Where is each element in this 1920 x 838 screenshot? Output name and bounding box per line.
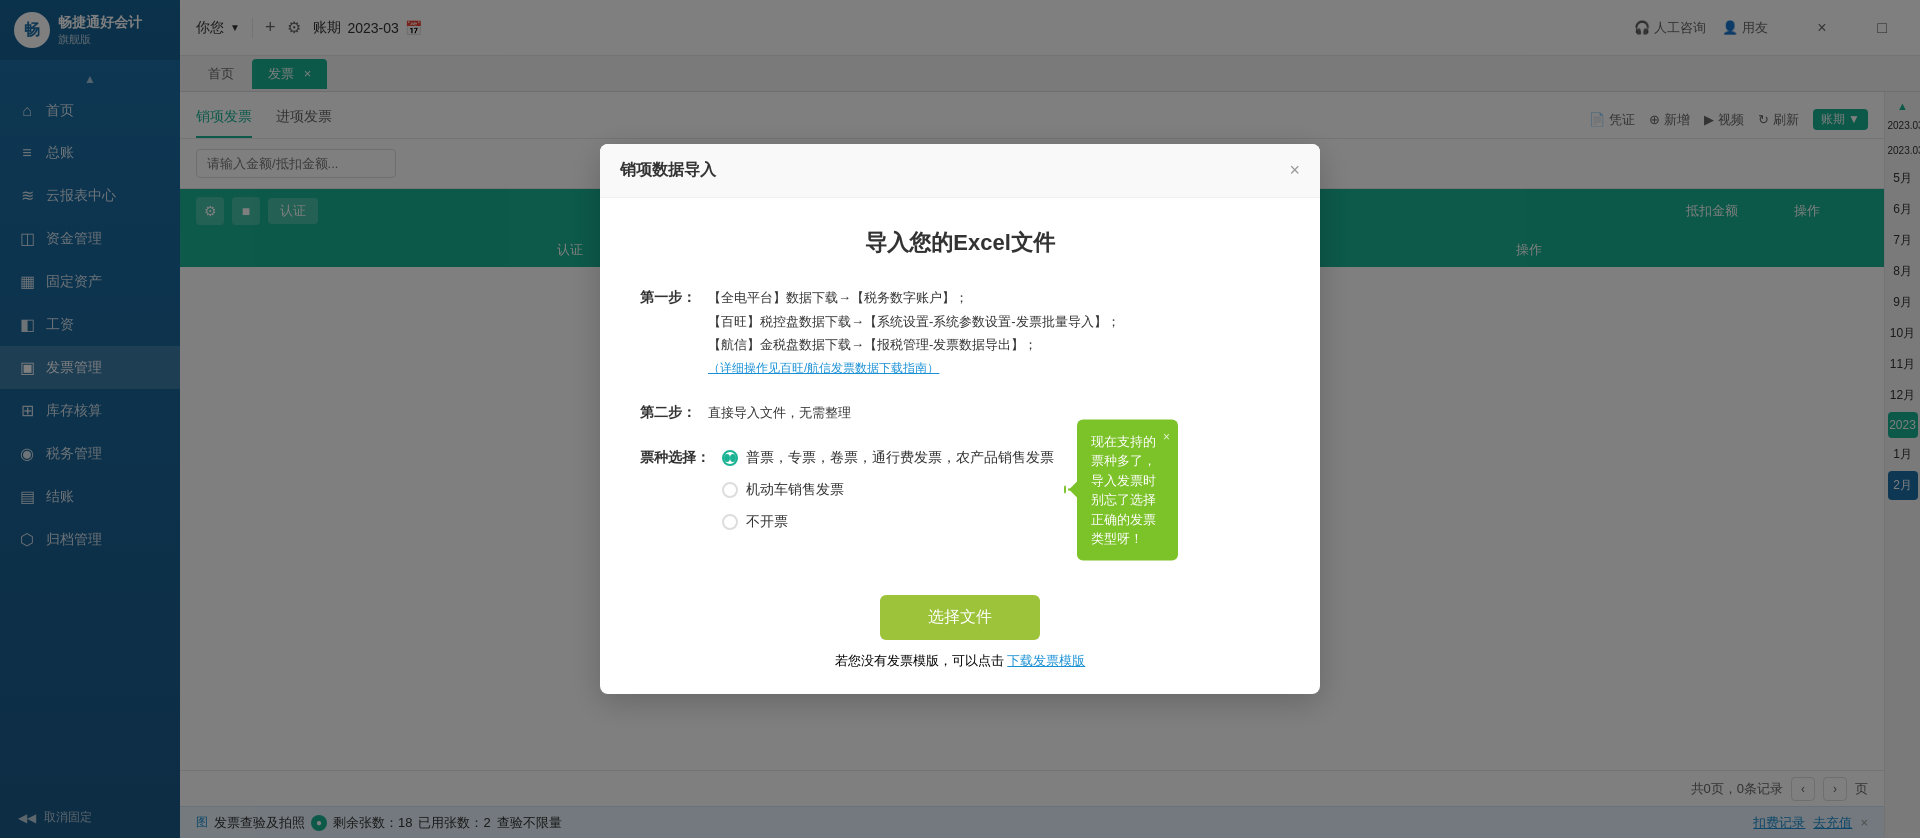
ticket-choice-label: 票种选择：: [640, 449, 710, 467]
step1-link-container: （详细操作见百旺/航信发票数据下载指南）: [708, 360, 1120, 377]
ticket-choice-row: 票种选择： 普票，专票，卷票，通行费发票，农产品销售发票 机动车: [640, 449, 1280, 531]
step1-line2: 【百旺】税控盘数据下载→【系统设置-系统参数设置-发票批量导入】；: [708, 310, 1120, 333]
step1-section: 第一步： 【全电平台】数据下载→【税务数字账户】； 【百旺】税控盘数据下载→【系…: [640, 286, 1280, 377]
step2-label: 第二步：: [640, 404, 696, 422]
step1-link[interactable]: （详细操作见百旺/航信发票数据下载指南）: [708, 361, 939, 375]
radio-circle-1: [722, 450, 738, 466]
step1-line1: 【全电平台】数据下载→【税务数字账户】；: [708, 286, 1120, 309]
tooltip-bubble: × 现在支持的票种多了，导入发票时别忘了选择正确的发票类型呀！: [1077, 419, 1178, 560]
modal-main-title: 导入您的Excel文件: [640, 228, 1280, 258]
ticket-choice-section: 票种选择： 普票，专票，卷票，通行费发票，农产品销售发票 机动车: [640, 449, 1280, 531]
step1-content: 【全电平台】数据下载→【税务数字账户】； 【百旺】税控盘数据下载→【系统设置-系…: [708, 286, 1120, 377]
radio-dot-1: [724, 454, 730, 462]
step1-line3: 【航信】金税盘数据下载→【报税管理-发票数据导出】；: [708, 333, 1120, 356]
modal-close-btn[interactable]: ×: [1289, 160, 1300, 181]
modal-title: 销项数据导入: [620, 160, 716, 181]
radio-option-2[interactable]: 机动车销售发票 × 现在支持的票种多了，导入发票时别忘了选择正确的发票类型呀！: [722, 481, 1054, 499]
tooltip-connector: × 现在支持的票种多了，导入发票时别忘了选择正确的发票类型呀！: [1062, 419, 1178, 560]
modal-body: 导入您的Excel文件 第一步： 【全电平台】数据下载→【税务数字账户】； 【百…: [600, 198, 1320, 585]
modal-footer: 选择文件 若您没有发票模版，可以点击 下载发票模版: [600, 585, 1320, 694]
radio-group: 普票，专票，卷票，通行费发票，农产品销售发票 机动车销售发票: [722, 449, 1054, 531]
step2-section: 第二步： 直接导入文件，无需整理: [640, 401, 1280, 424]
step1-label: 第一步：: [640, 289, 696, 307]
radio-label-2: 机动车销售发票: [746, 481, 844, 499]
download-template-link[interactable]: 下载发票模版: [1007, 653, 1085, 668]
import-modal: 销项数据导入 × 导入您的Excel文件 第一步： 【全电平台】数据下载→【税务…: [600, 144, 1320, 694]
radio-circle-3: [722, 514, 738, 530]
step2-text: 直接导入文件，无需整理: [708, 401, 851, 424]
modal-header: 销项数据导入 ×: [600, 144, 1320, 198]
step1-row: 第一步： 【全电平台】数据下载→【税务数字账户】； 【百旺】税控盘数据下载→【系…: [640, 286, 1280, 377]
tooltip-close-btn[interactable]: ×: [1163, 427, 1170, 445]
select-file-btn[interactable]: 选择文件: [880, 595, 1040, 640]
radio-circle-2: [722, 482, 738, 498]
radio-label-3: 不开票: [746, 513, 788, 531]
step2-row: 第二步： 直接导入文件，无需整理: [640, 401, 1280, 424]
modal-overlay: 销项数据导入 × 导入您的Excel文件 第一步： 【全电平台】数据下载→【税务…: [0, 0, 1920, 838]
download-hint-text: 若您没有发票模版，可以点击: [835, 653, 1004, 668]
tooltip-text: 现在支持的票种多了，导入发票时别忘了选择正确的发票类型呀！: [1091, 433, 1156, 546]
radio-option-3[interactable]: 不开票: [722, 513, 1054, 531]
radio-label-1: 普票，专票，卷票，通行费发票，农产品销售发票: [746, 449, 1054, 467]
download-hint-container: 若您没有发票模版，可以点击 下载发票模版: [835, 652, 1086, 670]
radio-option-1[interactable]: 普票，专票，卷票，通行费发票，农产品销售发票: [722, 449, 1054, 467]
